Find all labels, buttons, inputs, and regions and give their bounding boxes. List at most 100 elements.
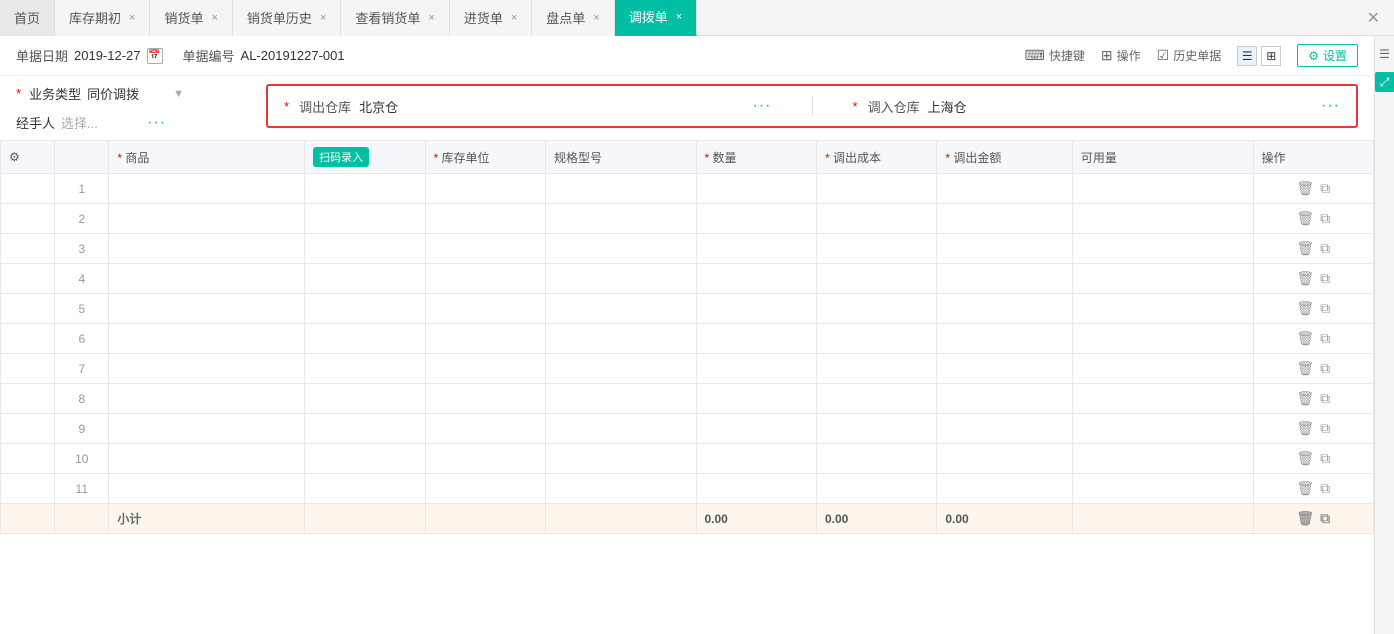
row-unit-4[interactable] [425, 264, 545, 294]
operations-button[interactable]: ⊞ 操作 [1101, 47, 1141, 64]
row-qty-11[interactable] [696, 474, 816, 504]
row-cost-11[interactable] [816, 474, 936, 504]
tab-stocktake-close[interactable]: × [593, 12, 599, 24]
row-qty-5[interactable] [696, 294, 816, 324]
row-cost-2[interactable] [816, 204, 936, 234]
list-view-button[interactable]: ☰ [1237, 46, 1257, 66]
row-unit-5[interactable] [425, 294, 545, 324]
delete-icon-3[interactable]: 🗑 [1296, 240, 1314, 257]
tab-transfer[interactable]: 调拨单 × [615, 0, 697, 36]
tab-stocktake[interactable]: 盘点单 × [532, 0, 614, 36]
tab-purchase-close[interactable]: × [511, 12, 517, 24]
row-product-1[interactable] [109, 174, 305, 204]
settings-button[interactable]: ⚙ 设置 [1297, 44, 1358, 67]
row-unit-6[interactable] [425, 324, 545, 354]
row-product-4[interactable] [109, 264, 305, 294]
row-product-11[interactable] [109, 474, 305, 504]
row-cost-4[interactable] [816, 264, 936, 294]
tab-bar-close-button[interactable]: ✕ [1353, 0, 1394, 36]
row-spec-2[interactable] [545, 204, 696, 234]
row-product-9[interactable] [109, 414, 305, 444]
row-unit-8[interactable] [425, 384, 545, 414]
delete-icon-8[interactable]: 🗑 [1296, 390, 1314, 407]
row-product-2[interactable] [109, 204, 305, 234]
row-cost-10[interactable] [816, 444, 936, 474]
warehouse-in-more-button[interactable]: ··· [1321, 97, 1340, 115]
row-qty-7[interactable] [696, 354, 816, 384]
row-amount-3[interactable] [937, 234, 1072, 264]
copy-icon-10[interactable]: ⧉ [1320, 450, 1330, 467]
warehouse-in-value[interactable]: 上海仓 [928, 97, 1313, 116]
delete-icon-6[interactable]: 🗑 [1296, 330, 1314, 347]
delete-icon-10[interactable]: 🗑 [1296, 450, 1314, 467]
tab-transfer-close[interactable]: × [676, 11, 682, 23]
tab-home[interactable]: 首页 [0, 0, 55, 36]
delete-icon-9[interactable]: 🗑 [1296, 420, 1314, 437]
row-product-7[interactable] [109, 354, 305, 384]
copy-icon-7[interactable]: ⧉ [1320, 360, 1330, 377]
th-settings[interactable]: ⚙ [1, 141, 55, 174]
row-amount-1[interactable] [937, 174, 1072, 204]
copy-icon-9[interactable]: ⧉ [1320, 420, 1330, 437]
tab-sales-order-close[interactable]: × [211, 12, 217, 24]
row-cost-8[interactable] [816, 384, 936, 414]
copy-icon-4[interactable]: ⧉ [1320, 270, 1330, 287]
row-cost-5[interactable] [816, 294, 936, 324]
row-spec-9[interactable] [545, 414, 696, 444]
row-spec-4[interactable] [545, 264, 696, 294]
row-unit-7[interactable] [425, 354, 545, 384]
row-spec-11[interactable] [545, 474, 696, 504]
tab-inventory-init-close[interactable]: × [129, 12, 135, 24]
row-qty-6[interactable] [696, 324, 816, 354]
operator-more-button[interactable]: ··· [147, 114, 166, 132]
warehouse-out-value[interactable]: 北京仓 [359, 97, 744, 116]
row-spec-6[interactable] [545, 324, 696, 354]
tab-inventory-init[interactable]: 库存期初 × [55, 0, 150, 36]
copy-icon-5[interactable]: ⧉ [1320, 300, 1330, 317]
row-spec-1[interactable] [545, 174, 696, 204]
subtotal-copy-icon[interactable]: ⧉ [1320, 510, 1330, 527]
row-product-6[interactable] [109, 324, 305, 354]
row-unit-2[interactable] [425, 204, 545, 234]
copy-icon-6[interactable]: ⧉ [1320, 330, 1330, 347]
row-cost-1[interactable] [816, 174, 936, 204]
row-spec-10[interactable] [545, 444, 696, 474]
row-amount-2[interactable] [937, 204, 1072, 234]
copy-icon-11[interactable]: ⧉ [1320, 480, 1330, 497]
delete-icon-7[interactable]: 🗑 [1296, 360, 1314, 377]
shortcuts-button[interactable]: ⌨ 快捷键 [1025, 47, 1085, 64]
operator-value[interactable]: 选择... [61, 113, 141, 132]
tab-purchase[interactable]: 进货单 × [450, 0, 532, 36]
calendar-icon[interactable]: 📅 [147, 48, 163, 64]
row-spec-7[interactable] [545, 354, 696, 384]
delete-icon-11[interactable]: 🗑 [1296, 480, 1314, 497]
row-unit-10[interactable] [425, 444, 545, 474]
warehouse-out-more-button[interactable]: ··· [753, 97, 772, 115]
row-spec-3[interactable] [545, 234, 696, 264]
row-qty-9[interactable] [696, 414, 816, 444]
copy-icon-2[interactable]: ⧉ [1320, 210, 1330, 227]
row-unit-9[interactable] [425, 414, 545, 444]
tab-sales-order[interactable]: 销货单 × [150, 0, 232, 36]
business-type-value[interactable]: 同价调拨 [87, 84, 167, 103]
row-product-8[interactable] [109, 384, 305, 414]
row-qty-10[interactable] [696, 444, 816, 474]
row-amount-8[interactable] [937, 384, 1072, 414]
sidebar-list-button[interactable]: ☰ [1375, 44, 1394, 64]
row-qty-2[interactable] [696, 204, 816, 234]
delete-icon-2[interactable]: 🗑 [1296, 210, 1314, 227]
row-amount-4[interactable] [937, 264, 1072, 294]
scan-barcode-button[interactable]: 扫码录入 [313, 147, 369, 167]
row-spec-5[interactable] [545, 294, 696, 324]
copy-icon-1[interactable]: ⧉ [1320, 180, 1330, 197]
copy-icon-8[interactable]: ⧉ [1320, 390, 1330, 407]
grid-view-button[interactable]: ⊞ [1261, 46, 1281, 66]
row-product-10[interactable] [109, 444, 305, 474]
delete-icon-4[interactable]: 🗑 [1296, 270, 1314, 287]
row-unit-3[interactable] [425, 234, 545, 264]
row-cost-6[interactable] [816, 324, 936, 354]
row-qty-1[interactable] [696, 174, 816, 204]
column-settings-icon[interactable]: ⚙ [9, 150, 20, 164]
row-unit-11[interactable] [425, 474, 545, 504]
row-amount-6[interactable] [937, 324, 1072, 354]
